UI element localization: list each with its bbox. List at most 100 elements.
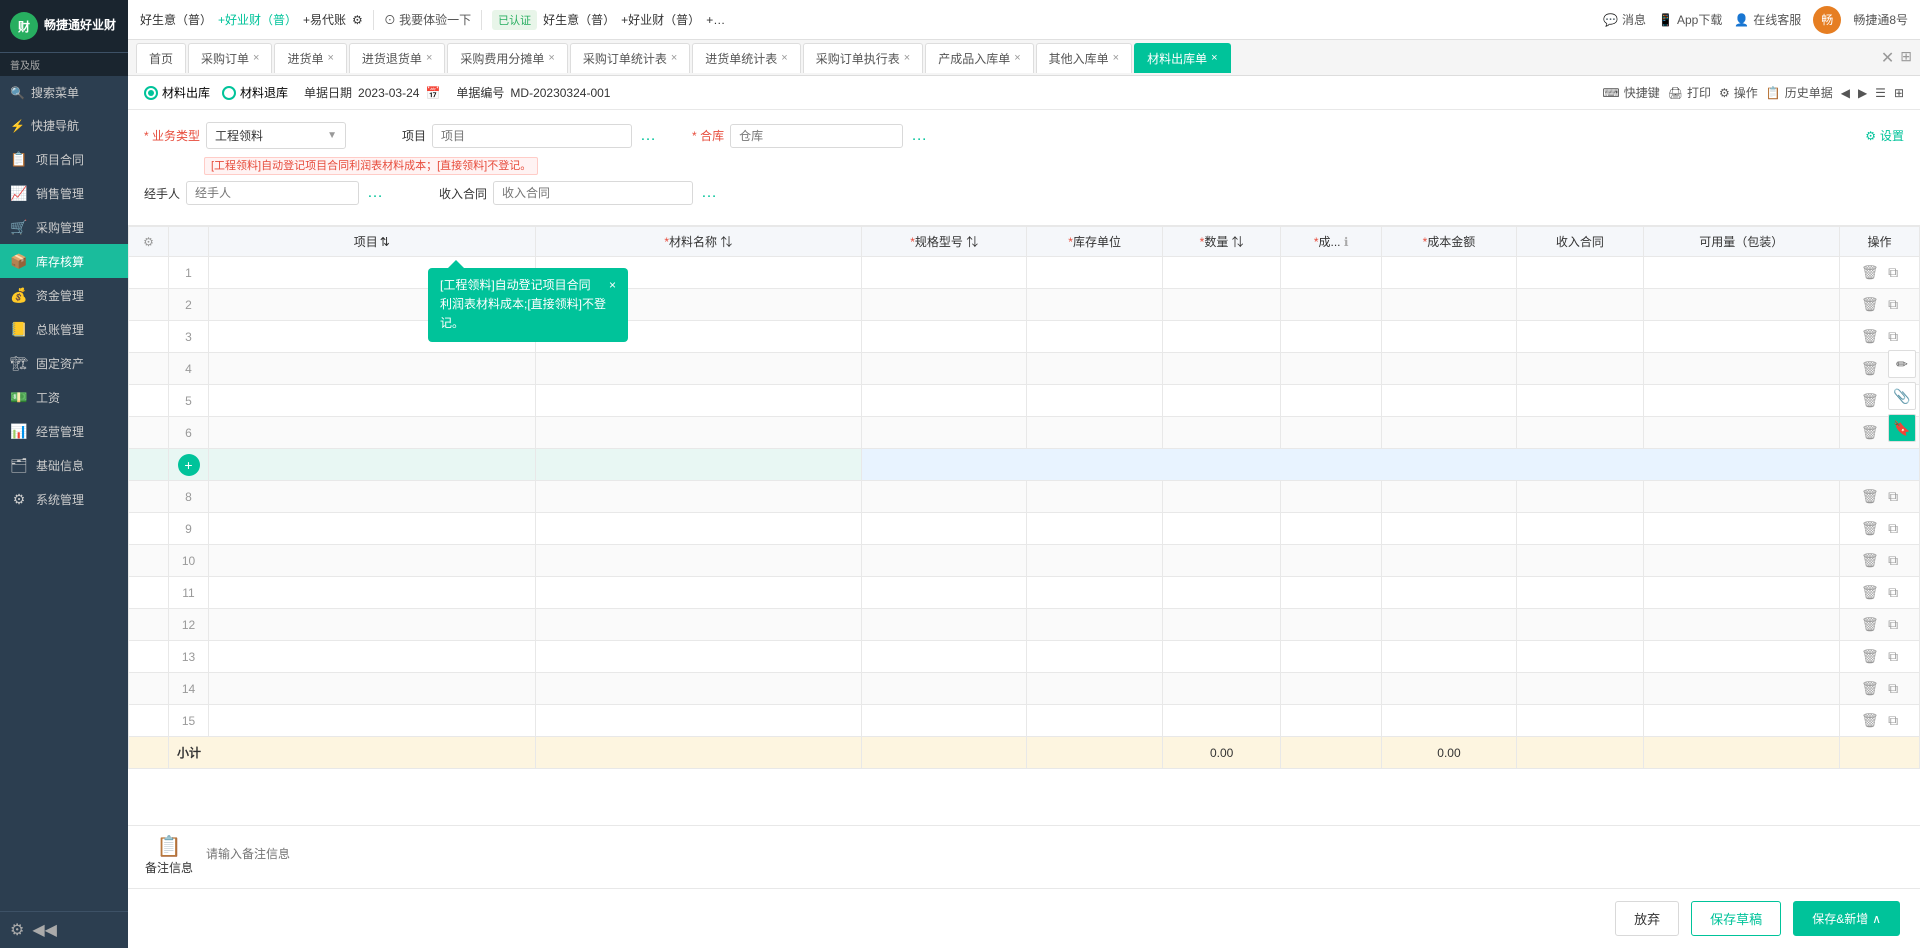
row-available-qty-cell[interactable]	[1643, 321, 1839, 353]
tab-close-inbound[interactable]: ×	[327, 52, 333, 64]
sidebar-collapse-btn[interactable]: ◀◀	[32, 920, 57, 940]
row-delete-btn[interactable]: 🗑	[1861, 680, 1879, 696]
row-unit-cell[interactable]	[1027, 641, 1162, 673]
tab-close-inbound-stats[interactable]: ×	[781, 52, 787, 64]
shortcut-btn[interactable]: ⌨ 快捷键	[1602, 84, 1659, 101]
list-view-btn[interactable]: ☰	[1875, 86, 1886, 100]
row-spec-cell[interactable]	[862, 353, 1027, 385]
row-income-contract-cell[interactable]	[1517, 609, 1643, 641]
row-material-cell[interactable]	[535, 417, 862, 449]
gear-config-btn[interactable]: ⚙	[352, 13, 363, 27]
tab-close-purchase-exec[interactable]: ×	[904, 52, 910, 64]
row-cost-amount-cell[interactable]	[1381, 513, 1516, 545]
th-available-qty[interactable]: 可用量（包装）	[1643, 227, 1839, 257]
row-income-contract-cell[interactable]	[1517, 641, 1643, 673]
tab-close-purchase-expense[interactable]: ×	[548, 52, 554, 64]
row-income-contract-cell[interactable]	[1517, 321, 1643, 353]
sidebar-item-sales[interactable]: 📈 销售管理	[0, 176, 128, 210]
row-cost-amount-cell[interactable]	[1381, 641, 1516, 673]
agent-tab[interactable]: +易代账	[303, 11, 346, 28]
row-qty-cell[interactable]	[1162, 513, 1281, 545]
row-copy-btn[interactable]: ⧉	[1888, 616, 1898, 632]
row-spec-cell[interactable]	[862, 321, 1027, 353]
row-available-qty-cell[interactable]	[1643, 353, 1839, 385]
row-project-cell[interactable]	[209, 385, 536, 417]
row-income-contract-cell[interactable]	[1517, 513, 1643, 545]
row-spec-cell[interactable]	[862, 513, 1027, 545]
row-cost-price-cell[interactable]	[1281, 289, 1381, 321]
row-income-contract-cell[interactable]	[1517, 577, 1643, 609]
next-btn[interactable]: ▶	[1858, 86, 1867, 100]
tab-other-inbound[interactable]: 其他入库单 ×	[1036, 43, 1132, 73]
row-spec-cell[interactable]	[862, 289, 1027, 321]
row-material-cell[interactable]	[535, 641, 862, 673]
sidebar-item-project[interactable]: 📋 项目合同	[0, 142, 128, 176]
row-material-input[interactable]	[542, 453, 856, 476]
row-income-contract-cell[interactable]	[1517, 545, 1643, 577]
th-project[interactable]: 项目 ⇅	[209, 227, 536, 257]
row-project-cell[interactable]	[209, 513, 536, 545]
row-cost-amount-cell[interactable]	[1381, 353, 1516, 385]
row-copy-btn[interactable]: ⧉	[1888, 328, 1898, 344]
save-new-button[interactable]: 保存&新增 ∧	[1793, 901, 1900, 936]
row-copy-btn[interactable]: ⧉	[1888, 296, 1898, 312]
row-unit-cell[interactable]	[1027, 289, 1162, 321]
tab-purchase-exec[interactable]: 采购订单执行表 ×	[803, 43, 923, 73]
app-download-btn[interactable]: 📱 App下载	[1658, 11, 1722, 28]
row-spec-cell[interactable]	[862, 609, 1027, 641]
row-unit-cell[interactable]	[1027, 609, 1162, 641]
row-material-cell[interactable]	[535, 449, 862, 481]
row-cost-amount-cell[interactable]	[1381, 705, 1516, 737]
tab-purchase-stats[interactable]: 采购订单统计表 ×	[570, 43, 690, 73]
business-type-select[interactable]: 工程领料 ▼	[206, 122, 346, 149]
user-avatar[interactable]: 畅	[1813, 6, 1841, 34]
row-project-cell[interactable]	[209, 353, 536, 385]
row-material-cell[interactable]	[535, 353, 862, 385]
row-qty-cell[interactable]	[1162, 705, 1281, 737]
warehouse-dots-btn[interactable]: …	[911, 127, 927, 145]
row-qty-cell[interactable]	[1162, 289, 1281, 321]
row-income-contract-cell[interactable]	[1517, 481, 1643, 513]
row-delete-btn[interactable]: 🗑	[1861, 296, 1879, 312]
row-copy-btn[interactable]: ⧉	[1888, 520, 1898, 536]
th-stock-unit[interactable]: *库存单位	[1027, 227, 1162, 257]
row-copy-btn[interactable]: ⧉	[1888, 680, 1898, 696]
row-delete-btn[interactable]: 🗑	[1861, 712, 1879, 728]
sidebar-search[interactable]: 🔍 搜索菜单	[0, 76, 128, 109]
radio-return[interactable]: 材料退库	[222, 84, 288, 101]
tab-inbound-return[interactable]: 进货退货单 ×	[349, 43, 445, 73]
row-available-qty-cell[interactable]	[1643, 545, 1839, 577]
row-material-cell[interactable]	[535, 513, 862, 545]
row-project-cell[interactable]	[209, 417, 536, 449]
row-delete-btn[interactable]: 🗑	[1861, 488, 1879, 504]
row-copy-btn[interactable]: ⧉	[1888, 648, 1898, 664]
row-unit-cell[interactable]	[1027, 673, 1162, 705]
row-cost-amount-cell[interactable]	[1381, 385, 1516, 417]
row-spec-cell[interactable]	[862, 641, 1027, 673]
tab-close-purchase-stats[interactable]: ×	[671, 52, 677, 64]
tab-finished-goods[interactable]: 产成品入库单 ×	[925, 43, 1033, 73]
row-qty-cell[interactable]	[1162, 577, 1281, 609]
row-income-contract-cell[interactable]	[1517, 289, 1643, 321]
row-material-cell[interactable]	[535, 385, 862, 417]
row-delete-btn[interactable]: 🗑	[1861, 648, 1879, 664]
row-cost-price-cell[interactable]	[1281, 673, 1381, 705]
row-qty-cell[interactable]	[1162, 321, 1281, 353]
row-project-cell[interactable]	[209, 609, 536, 641]
row-cost-amount-cell[interactable]	[1381, 289, 1516, 321]
row-available-qty-cell[interactable]	[1643, 673, 1839, 705]
th-spec[interactable]: *规格型号 ⇅	[862, 227, 1027, 257]
sidebar-item-basic[interactable]: 🗂 基础信息	[0, 448, 128, 482]
good-biz-tab[interactable]: 好生意（普）	[140, 11, 212, 28]
prev-btn[interactable]: ◀	[1841, 86, 1850, 100]
th-quantity[interactable]: *数量 ⇅	[1162, 227, 1281, 257]
row-unit-cell[interactable]	[1027, 417, 1162, 449]
project-input[interactable]	[432, 124, 632, 148]
row-cost-amount-cell[interactable]	[1381, 673, 1516, 705]
tooltip-close-btn[interactable]: ×	[609, 276, 616, 295]
tab-inbound[interactable]: 进货单 ×	[274, 43, 346, 73]
project-dots-btn[interactable]: …	[640, 127, 656, 145]
add-row-btn[interactable]: +	[178, 454, 200, 476]
row-material-cell[interactable]	[535, 545, 862, 577]
row-unit-cell[interactable]	[1027, 481, 1162, 513]
